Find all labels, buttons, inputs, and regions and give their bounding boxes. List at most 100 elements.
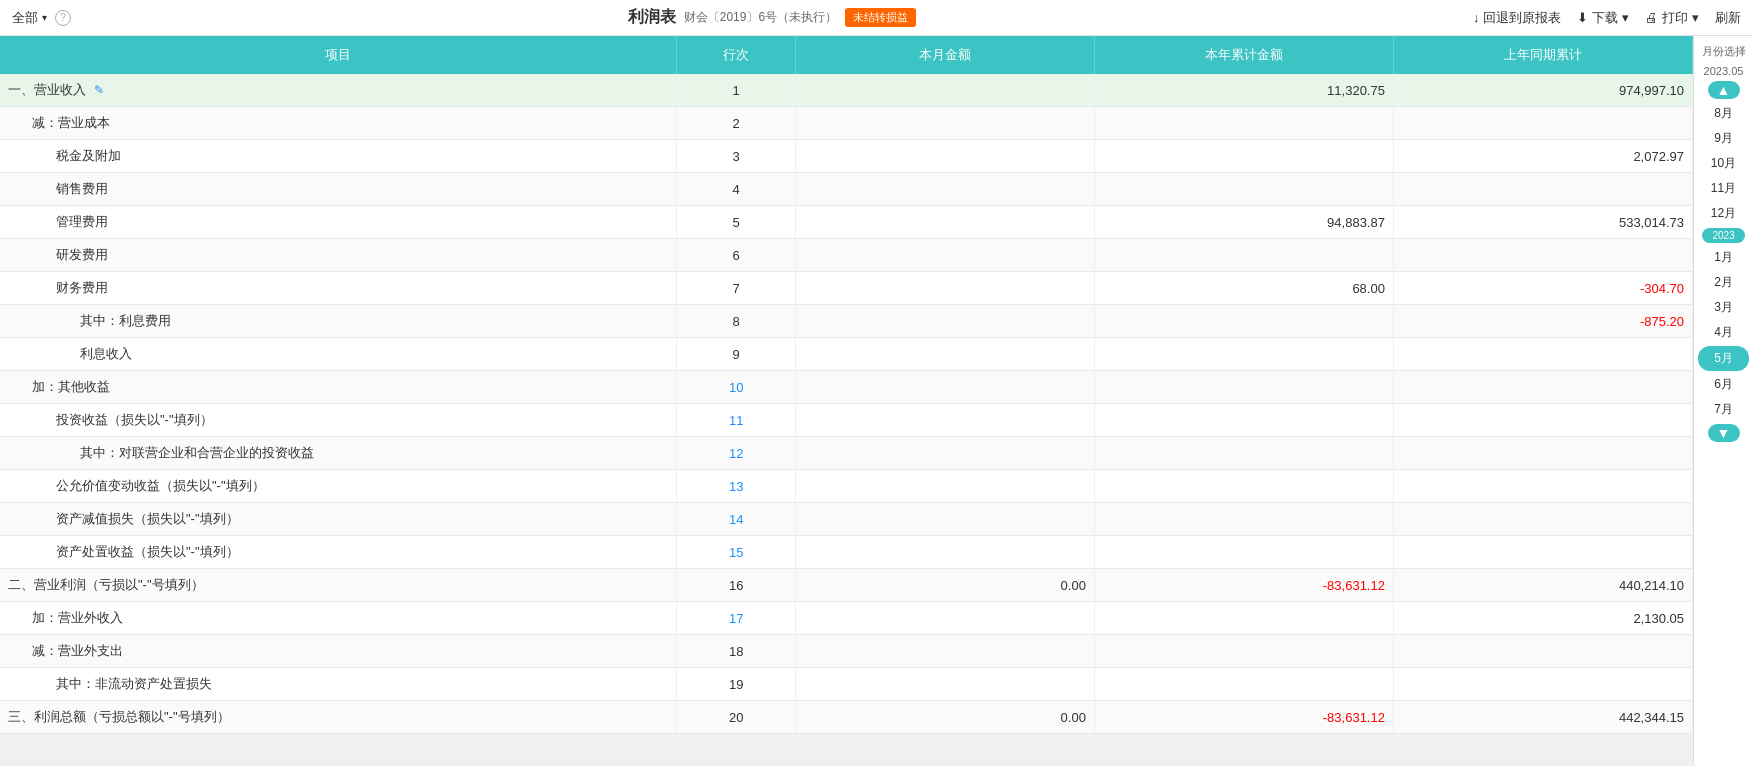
month-item-3[interactable]: 3月 xyxy=(1694,295,1753,320)
cell-year xyxy=(1094,503,1393,536)
cell-month xyxy=(795,635,1094,668)
month-item-2[interactable]: 2月 xyxy=(1694,270,1753,295)
download-button[interactable]: ⬇ 下载 ▾ xyxy=(1577,9,1629,27)
month-item-1[interactable]: 1月 xyxy=(1694,245,1753,270)
page-title: 利润表 xyxy=(628,7,676,28)
cell-row-num: 20 xyxy=(677,701,795,734)
cell-year: 94,883.87 xyxy=(1094,206,1393,239)
cell-row-num[interactable]: 12 xyxy=(677,437,795,470)
cell-prev: 2,072.97 xyxy=(1393,140,1692,173)
cell-row-num[interactable]: 15 xyxy=(677,536,795,569)
cell-month xyxy=(795,437,1094,470)
month-item-10[interactable]: 10月 xyxy=(1694,151,1753,176)
cell-row-num: 2 xyxy=(677,107,795,140)
year-badge: 2023 xyxy=(1702,228,1745,243)
cell-item: 加：其他收益 xyxy=(0,371,677,404)
cell-item: 资产处置收益（损失以"-"填列） xyxy=(0,536,677,569)
cell-item: 减：营业成本 xyxy=(0,107,677,140)
cell-prev xyxy=(1393,470,1692,503)
cell-year xyxy=(1094,371,1393,404)
month-item-11[interactable]: 11月 xyxy=(1694,176,1753,201)
print-arrow: ▾ xyxy=(1692,10,1699,25)
month-up-button[interactable]: ▲ xyxy=(1708,81,1740,99)
cell-month xyxy=(795,503,1094,536)
cell-row-num: 1 xyxy=(677,74,795,107)
month-item-6[interactable]: 6月 xyxy=(1694,372,1753,397)
top-bar-left: 全部 ▾ ? xyxy=(12,9,71,27)
cell-month: 0.00 xyxy=(795,569,1094,602)
cell-row-num: 4 xyxy=(677,173,795,206)
cell-month xyxy=(795,371,1094,404)
cell-row-num: 19 xyxy=(677,668,795,701)
cell-prev: 440,214.10 xyxy=(1393,569,1692,602)
month-item-9[interactable]: 9月 xyxy=(1694,126,1753,151)
cell-month xyxy=(795,404,1094,437)
cell-row-num[interactable]: 11 xyxy=(677,404,795,437)
page-subtitle: 财会〔2019〕6号（未执行） xyxy=(684,9,837,26)
header-row-num: 行次 xyxy=(677,36,795,74)
cell-item: 税金及附加 xyxy=(0,140,677,173)
cell-year: 11,320.75 xyxy=(1094,74,1393,107)
table-header-row: 项目 行次 本月金额 本年累计金额 上年同期累计 xyxy=(0,36,1693,74)
header-year: 本年累计金额 xyxy=(1094,36,1393,74)
cell-row-num[interactable]: 10 xyxy=(677,371,795,404)
cell-prev: 974,997.10 xyxy=(1393,74,1692,107)
cell-month xyxy=(795,206,1094,239)
cell-month xyxy=(795,338,1094,371)
profit-table: 项目 行次 本月金额 本年累计金额 上年同期累计 一、营业收入✎1 11,320.… xyxy=(0,36,1693,734)
main-container: 项目 行次 本月金额 本年累计金额 上年同期累计 一、营业收入✎1 11,320.… xyxy=(0,36,1753,766)
cell-month xyxy=(795,74,1094,107)
help-icon[interactable]: ? xyxy=(55,10,71,26)
table-row: 资产减值损失（损失以"-"填列）14 xyxy=(0,503,1693,536)
scope-dropdown[interactable]: 全部 ▾ xyxy=(12,9,47,27)
cell-year xyxy=(1094,470,1393,503)
cell-month xyxy=(795,239,1094,272)
refresh-button[interactable]: 刷新 xyxy=(1715,9,1741,27)
side-title: 月份选择 xyxy=(1702,40,1746,63)
cell-item: 资产减值损失（损失以"-"填列） xyxy=(0,503,677,536)
dropdown-arrow: ▾ xyxy=(42,12,47,23)
cell-row-num[interactable]: 17 xyxy=(677,602,795,635)
edit-icon[interactable]: ✎ xyxy=(94,83,104,97)
cell-prev: 2,130.05 xyxy=(1393,602,1692,635)
back-button[interactable]: ↓ 回退到原报表 xyxy=(1473,9,1561,27)
cell-year xyxy=(1094,239,1393,272)
month-item-8[interactable]: 8月 xyxy=(1694,101,1753,126)
cell-row-num: 8 xyxy=(677,305,795,338)
top-bar: 全部 ▾ ? 利润表 财会〔2019〕6号（未执行） 未结转损益 ↓ 回退到原报… xyxy=(0,0,1753,36)
cell-year xyxy=(1094,668,1393,701)
cell-item: 其中：对联营企业和合营企业的投资收益 xyxy=(0,437,677,470)
table-row: 加：其他收益10 xyxy=(0,371,1693,404)
cell-item: 财务费用 xyxy=(0,272,677,305)
cell-year xyxy=(1094,173,1393,206)
month-down-button[interactable]: ▼ xyxy=(1708,424,1740,442)
cell-item: 一、营业收入✎ xyxy=(0,74,677,107)
cell-row-num: 3 xyxy=(677,140,795,173)
month-item-12[interactable]: 12月 xyxy=(1694,201,1753,226)
month-item-4[interactable]: 4月 xyxy=(1694,320,1753,345)
cell-prev: 533,014.73 xyxy=(1393,206,1692,239)
cell-prev xyxy=(1393,107,1692,140)
table-row: 管理费用594,883.87533,014.73 xyxy=(0,206,1693,239)
cell-year xyxy=(1094,140,1393,173)
cell-item: 加：营业外收入 xyxy=(0,602,677,635)
cell-prev: 442,344.15 xyxy=(1393,701,1692,734)
status-badge[interactable]: 未结转损益 xyxy=(845,8,916,27)
month-item-7[interactable]: 7月 xyxy=(1694,397,1753,422)
cell-row-num[interactable]: 13 xyxy=(677,470,795,503)
print-button[interactable]: 🖨 打印 ▾ xyxy=(1645,9,1699,27)
cell-item: 三、利润总额（亏损总额以"-"号填列） xyxy=(0,701,677,734)
cell-year xyxy=(1094,536,1393,569)
cell-month xyxy=(795,107,1094,140)
header-month: 本月金额 xyxy=(795,36,1094,74)
cell-row-num[interactable]: 14 xyxy=(677,503,795,536)
cell-item: 其中：利息费用 xyxy=(0,305,677,338)
month-item-5[interactable]: 5月 xyxy=(1698,346,1749,371)
table-row: 其中：非流动资产处置损失19 xyxy=(0,668,1693,701)
download-icon: ⬇ xyxy=(1577,10,1588,25)
month-navigation: ▲ 8月 9月 10月 11月 12月 2023 1月 2月 3月 4月 5月 … xyxy=(1694,79,1753,444)
table-row: 税金及附加3 2,072.97 xyxy=(0,140,1693,173)
table-row: 财务费用768.00-304.70 xyxy=(0,272,1693,305)
cell-item: 利息收入 xyxy=(0,338,677,371)
cell-prev xyxy=(1393,503,1692,536)
